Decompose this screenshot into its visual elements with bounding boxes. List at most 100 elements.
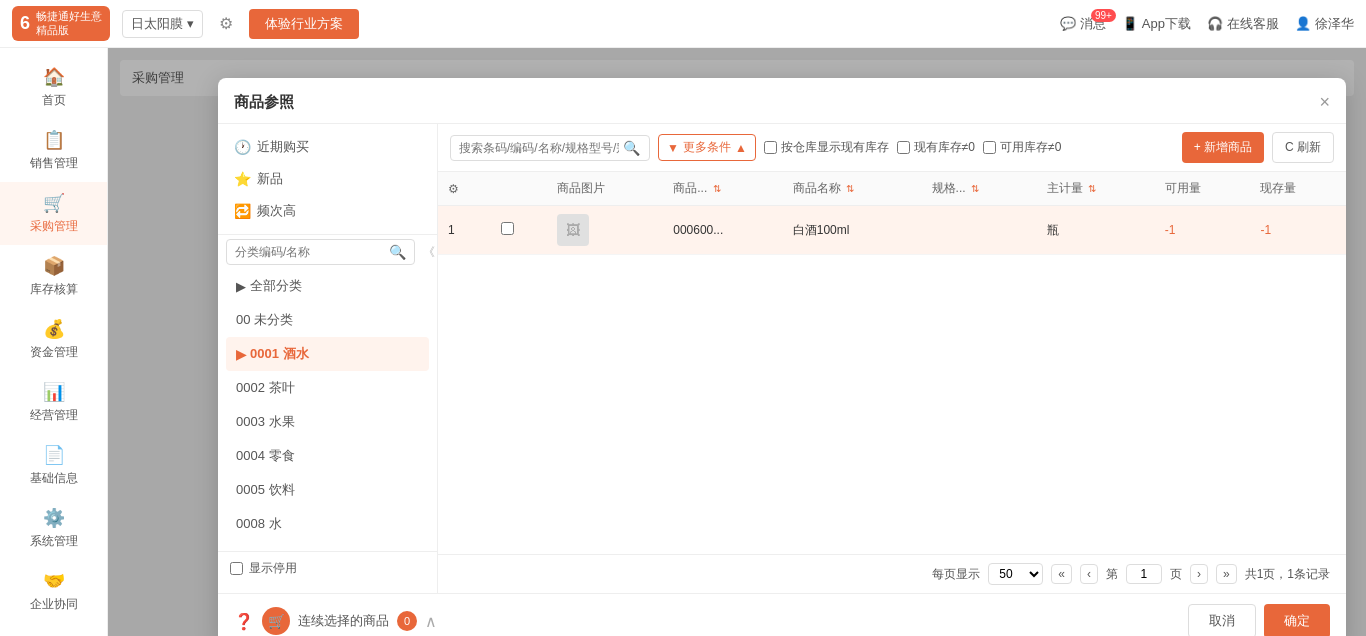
modal-footer: ❓ 🛒 连续选择的商品 0 ∧ 取消 确定 <box>218 593 1346 636</box>
next-page-button[interactable]: › <box>1190 564 1208 584</box>
app-download-btn[interactable]: 📱 App下载 <box>1122 15 1191 33</box>
user-avatar[interactable]: 👤 徐泽华 <box>1295 15 1354 33</box>
sidebar-item-label: 采购管理 <box>30 218 78 235</box>
page-number-input[interactable] <box>1126 564 1162 584</box>
category-0001[interactable]: ▶ 0001 酒水 <box>226 337 429 371</box>
cart-icon: 🛒 <box>268 613 285 629</box>
prev-page-button[interactable]: ‹ <box>1080 564 1098 584</box>
sidebar-item-sales[interactable]: 📋 销售管理 <box>0 119 107 182</box>
gear-settings-icon[interactable]: ⚙ <box>448 182 459 196</box>
page-size-select[interactable]: 50 100 <box>988 563 1043 585</box>
cancel-button[interactable]: 取消 <box>1188 604 1256 636</box>
category-all[interactable]: ▶ 全部分类 <box>226 269 429 303</box>
show-by-warehouse-checkbox[interactable]: 按仓库显示现有库存 <box>764 139 889 156</box>
org-selector[interactable]: 日太阳膜 ▾ <box>122 10 203 38</box>
modal-header: 商品参照 × <box>218 78 1346 124</box>
sidebar-item-inventory[interactable]: 📦 库存核算 <box>0 245 107 308</box>
refresh-button[interactable]: C 刷新 <box>1272 132 1334 163</box>
show-disabled-input[interactable] <box>230 562 243 575</box>
cart-button[interactable]: 🛒 <box>262 607 290 635</box>
repeat-icon: 🔁 <box>234 203 251 219</box>
show-disabled-checkbox[interactable]: 显示停用 <box>230 560 425 577</box>
recent-purchase-label: 近期购买 <box>257 138 309 156</box>
row-spec <box>922 206 1037 255</box>
usable-nonzero-input[interactable] <box>983 141 996 154</box>
sidebar-item-label: 基础信息 <box>30 470 78 487</box>
category-label: 0008 水 <box>236 515 282 533</box>
sidebar-item-label: 经营管理 <box>30 407 78 424</box>
product-search-input[interactable] <box>459 141 619 155</box>
sidebar-item-system[interactable]: ⚙️ 系统管理 <box>0 497 107 560</box>
sidebar-item-purchase[interactable]: 🛒 采购管理 <box>0 182 107 245</box>
col-unit[interactable]: 主计量 ⇅ <box>1037 172 1155 206</box>
category-search[interactable]: 🔍 <box>226 239 415 265</box>
category-0005[interactable]: 0005 饮料 <box>226 473 429 507</box>
logo[interactable]: 6 畅捷通好生意 精品版 <box>12 6 110 40</box>
category-0010[interactable]: 0010 家电 <box>226 541 429 551</box>
modal-title: 商品参照 <box>234 93 294 112</box>
category-0002[interactable]: 0002 茶叶 <box>226 371 429 405</box>
available-nonzero-checkbox[interactable]: 现有库存≠0 <box>897 139 975 156</box>
settings-icon[interactable]: ⚙ <box>215 10 237 37</box>
online-service-btn[interactable]: 🎧 在线客服 <box>1207 15 1279 33</box>
frequent-tab[interactable]: 🔁 频次高 <box>226 196 429 226</box>
sort-code-icon[interactable]: ⇅ <box>713 183 721 194</box>
new-items-tab[interactable]: ⭐ 新品 <box>226 164 429 194</box>
category-0008[interactable]: 0008 水 <box>226 507 429 541</box>
notification-btn[interactable]: 💬 消息 99+ <box>1060 15 1106 33</box>
more-filters-button[interactable]: ▼ 更多条件 ▲ <box>658 134 756 161</box>
category-00[interactable]: 00 未分类 <box>226 303 429 337</box>
clock-icon: 🕐 <box>234 139 251 155</box>
category-0004[interactable]: 0004 零食 <box>226 439 429 473</box>
sort-spec-icon[interactable]: ⇅ <box>971 183 979 194</box>
left-panel-tabs: 🕐 近期购买 ⭐ 新品 🔁 频次高 <box>218 132 437 235</box>
collapse-up-icon[interactable]: ∧ <box>425 612 437 631</box>
sidebar-item-home[interactable]: 🏠 首页 <box>0 56 107 119</box>
col-name[interactable]: 商品名称 ⇅ <box>783 172 922 206</box>
home-icon: 🏠 <box>43 66 65 88</box>
sort-name-icon[interactable]: ⇅ <box>846 183 854 194</box>
pagination: 每页显示 50 100 « ‹ 第 页 › » 共1页，1条记录 <box>438 554 1346 593</box>
product-thumbnail: 🖼 <box>557 214 589 246</box>
modal-close-button[interactable]: × <box>1319 92 1330 113</box>
sidebar-item-basic[interactable]: 📄 基础信息 <box>0 434 107 497</box>
col-code[interactable]: 商品... ⇅ <box>663 172 783 206</box>
sidebar-item-label: 企业协同 <box>30 596 78 613</box>
help-icon[interactable]: ❓ <box>234 612 254 631</box>
trial-button[interactable]: 体验行业方案 <box>249 9 359 39</box>
product-reference-modal: 商品参照 × 🕐 近期购买 ⭐ 新品 <box>218 78 1346 636</box>
category-0003[interactable]: 0003 水果 <box>226 405 429 439</box>
row-checkbox[interactable] <box>491 206 547 255</box>
product-search-bar[interactable]: 🔍 <box>450 135 650 161</box>
new-items-label: 新品 <box>257 170 283 188</box>
footer-left: ❓ 🛒 连续选择的商品 0 ∧ <box>234 607 437 635</box>
topbar-right: 💬 消息 99+ 📱 App下载 🎧 在线客服 👤 徐泽华 <box>1060 15 1354 33</box>
star-icon: ⭐ <box>234 171 251 187</box>
category-label: 00 未分类 <box>236 311 293 329</box>
sidebar-item-guide[interactable]: 📖 新手引导 <box>0 623 107 636</box>
collapse-button[interactable]: 《 <box>419 240 439 265</box>
show-by-warehouse-input[interactable] <box>764 141 777 154</box>
add-product-button[interactable]: + 新增商品 <box>1182 132 1264 163</box>
table-row[interactable]: 1 🖼 000600... 白酒100ml <box>438 206 1346 255</box>
row-select-checkbox[interactable] <box>501 222 514 235</box>
category-search-input[interactable] <box>235 245 385 259</box>
available-nonzero-input[interactable] <box>897 141 910 154</box>
category-list: ▶ 全部分类 00 未分类 ▶ 0001 酒水 0002 茶叶 <box>218 269 437 551</box>
last-page-button[interactable]: » <box>1216 564 1237 584</box>
col-gear[interactable]: ⚙ <box>438 172 491 206</box>
first-page-button[interactable]: « <box>1051 564 1072 584</box>
sidebar-item-finance[interactable]: 💰 资金管理 <box>0 308 107 371</box>
sidebar-item-operations[interactable]: 📊 经营管理 <box>0 371 107 434</box>
page-size-label: 每页显示 <box>932 566 980 583</box>
recent-purchase-tab[interactable]: 🕐 近期购买 <box>226 132 429 162</box>
toolbar-right: + 新增商品 C 刷新 <box>1182 132 1334 163</box>
sort-unit-icon[interactable]: ⇅ <box>1088 183 1096 194</box>
col-spec[interactable]: 规格... ⇅ <box>922 172 1037 206</box>
row-name: 白酒100ml <box>783 206 922 255</box>
usable-nonzero-checkbox[interactable]: 可用库存≠0 <box>983 139 1061 156</box>
sidebar-item-enterprise[interactable]: 🤝 企业协同 <box>0 560 107 623</box>
org-selector-label: 日太阳膜 <box>131 15 183 33</box>
confirm-button[interactable]: 确定 <box>1264 604 1330 636</box>
filter-icon: ▼ <box>667 141 679 155</box>
